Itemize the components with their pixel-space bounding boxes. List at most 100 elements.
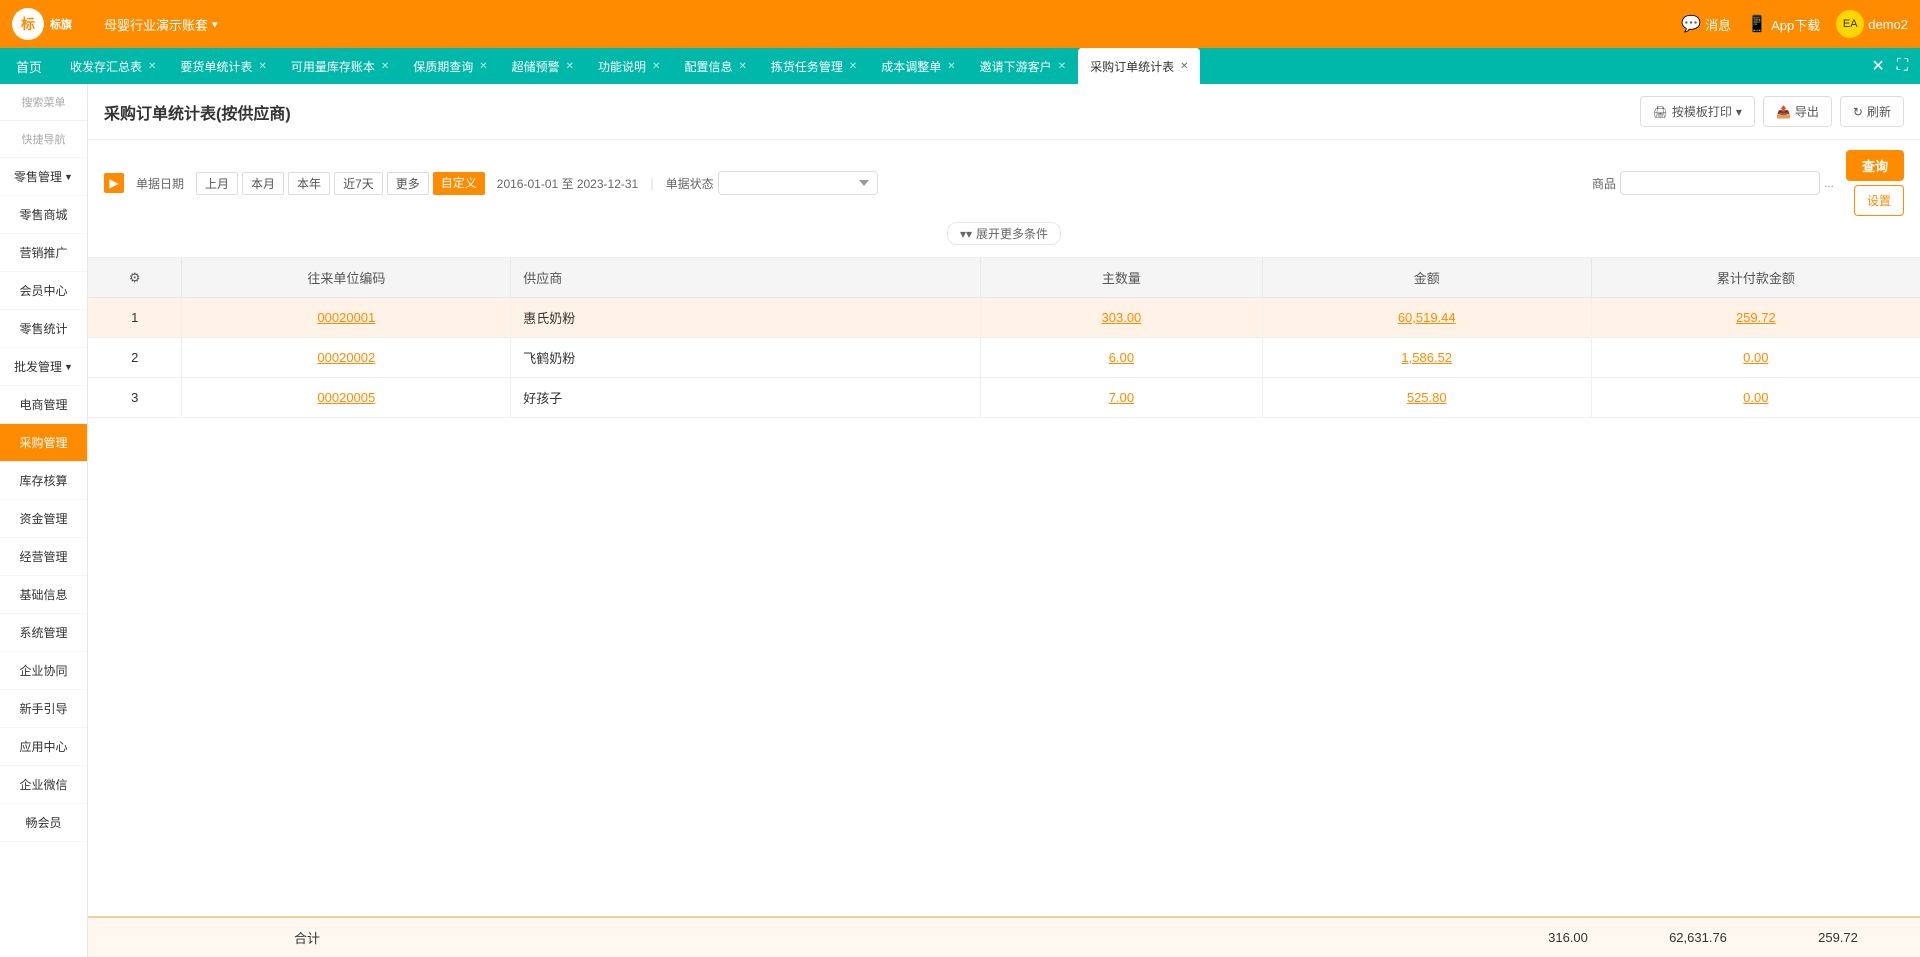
sidebar-item-nav[interactable]: 快捷导航	[0, 121, 87, 158]
print-button[interactable]: 🖨 按模板打印 ▾	[1640, 96, 1755, 127]
message-action[interactable]: 💬 消息	[1681, 14, 1731, 34]
tab-purchase-stat[interactable]: 采购订单统计表 ✕	[1078, 48, 1200, 84]
tab-receive-send[interactable]: 收发存汇总表 ✕	[58, 48, 168, 84]
sidebar-item-operations[interactable]: 经营管理	[0, 538, 87, 576]
goods-input[interactable]	[1620, 171, 1820, 195]
paid-link-0[interactable]: 259.72	[1736, 310, 1776, 325]
tab-close-icon[interactable]: ✕	[258, 61, 266, 72]
tab-home[interactable]: 首页	[0, 48, 58, 84]
btn-this-month[interactable]: 本月	[242, 172, 284, 195]
sidebar-item-marketing[interactable]: 营销推广	[0, 234, 87, 272]
tab-close-icon[interactable]: ✕	[381, 61, 389, 72]
data-table: ⚙ 往来单位编码 供应商 主数量 金额	[88, 258, 1920, 418]
sidebar-item-retail-shop[interactable]: 零售商城	[0, 196, 87, 234]
search-button[interactable]: 查询	[1846, 150, 1904, 181]
main-layout: 搜索菜单 快捷导航 零售管理 ▼ 零售商城 营销推广 会员中心 零售统计 批发管…	[0, 84, 1920, 957]
td-paid-0: 259.72	[1591, 298, 1920, 338]
tab-close-icon[interactable]: ✕	[566, 61, 574, 72]
sidebar-item-finance[interactable]: 资金管理	[0, 500, 87, 538]
app-download-action[interactable]: 📱 App下载	[1747, 14, 1820, 34]
tab-close-icon[interactable]: ✕	[947, 61, 955, 72]
maximize-icon[interactable]: ⛶	[1893, 53, 1912, 79]
user-action[interactable]: EA demo2	[1836, 10, 1908, 38]
amount-link-0[interactable]: 60,519.44	[1398, 310, 1456, 325]
sidebar-item-members[interactable]: 畅会员	[0, 804, 87, 842]
sidebar-item-enterprise-collab[interactable]: 企业协同	[0, 652, 87, 690]
filter-toggle[interactable]: ▶	[104, 173, 124, 193]
sidebar-item-basic-info[interactable]: 基础信息	[0, 576, 87, 614]
settings-button[interactable]: 设置	[1854, 185, 1904, 216]
sidebar-item-enterprise-wechat[interactable]: 企业微信	[0, 766, 87, 804]
qty-link-1[interactable]: 6.00	[1109, 350, 1134, 365]
purchase-mgmt-label: 采购管理	[19, 436, 67, 450]
sidebar-item-inventory[interactable]: 库存核算	[0, 462, 87, 500]
page-title: 采购订单统计表(按供应商)	[104, 100, 291, 136]
refresh-button[interactable]: ↻ 刷新	[1840, 96, 1904, 127]
tab-expiry[interactable]: 保质期查询 ✕	[401, 48, 499, 84]
tab-close-icon[interactable]: ✕	[1058, 61, 1066, 72]
td-seq-2: 3	[88, 378, 182, 418]
amount-link-2[interactable]: 525.80	[1407, 390, 1447, 405]
sidebar-item-new-guide[interactable]: 新手引导	[0, 690, 87, 728]
btn-last-7-days[interactable]: 近7天	[334, 172, 383, 195]
sidebar: 搜索菜单 快捷导航 零售管理 ▼ 零售商城 营销推广 会员中心 零售统计 批发管…	[0, 84, 88, 957]
table-row: 1 00020001 惠氏奶粉 303.00 60,519.44 259.72	[88, 298, 1920, 338]
expand-label: 展开更多条件	[976, 225, 1048, 242]
date-label: 单据日期	[136, 175, 184, 192]
sidebar-item-member-center[interactable]: 会员中心	[0, 272, 87, 310]
sidebar-item-ecommerce[interactable]: 电商管理	[0, 386, 87, 424]
tab-close-icon[interactable]: ✕	[652, 61, 660, 72]
tab-func-desc-label: 功能说明	[598, 58, 646, 75]
export-button[interactable]: 📤 导出	[1763, 96, 1832, 127]
th-code-label: 往来单位编码	[307, 271, 385, 286]
search-label: 搜索菜单	[22, 97, 66, 109]
tab-overstock[interactable]: 超储预警 ✕	[500, 48, 586, 84]
close-all-tabs-icon[interactable]: ✕	[1867, 52, 1888, 80]
sidebar-item-purchase-mgmt[interactable]: 采购管理	[0, 424, 87, 462]
workspace-selector[interactable]: 母婴行业演示账套 ▾	[104, 15, 1681, 34]
tab-close-icon[interactable]: ✕	[148, 61, 156, 72]
date-custom-badge[interactable]: 自定义	[433, 172, 485, 195]
tab-close-icon[interactable]: ✕	[849, 61, 857, 72]
code-link-0[interactable]: 00020001	[317, 310, 375, 325]
expand-button[interactable]: ▾▾ 展开更多条件	[947, 222, 1061, 245]
btn-more-date[interactable]: 更多	[387, 172, 429, 195]
filter-area: ▶ 单据日期 上月 本月 本年 近7天 更多 自定义 2016-01-01 至 …	[88, 140, 1920, 258]
amount-link-1[interactable]: 1,586.52	[1401, 350, 1452, 365]
print-label: 按模板打印	[1672, 103, 1732, 120]
logo-icon: 标	[12, 8, 44, 40]
sidebar-item-system-mgmt[interactable]: 系统管理	[0, 614, 87, 652]
qty-link-2[interactable]: 7.00	[1109, 390, 1134, 405]
tab-pick-task[interactable]: 拣货任务管理 ✕	[759, 48, 869, 84]
th-setting[interactable]: ⚙	[88, 258, 182, 298]
tab-invite-downstream[interactable]: 邀请下游客户 ✕	[968, 48, 1078, 84]
sidebar-item-retail-mgmt[interactable]: 零售管理 ▼	[0, 158, 87, 196]
td-seq-1: 2	[88, 338, 182, 378]
basic-info-label: 基础信息	[19, 588, 67, 602]
sidebar-item-retail-stat[interactable]: 零售统计	[0, 310, 87, 348]
goods-more-icon[interactable]: ...	[1824, 176, 1834, 190]
status-select[interactable]	[718, 171, 878, 195]
code-link-2[interactable]: 00020005	[317, 390, 375, 405]
tab-close-icon[interactable]: ✕	[479, 61, 487, 72]
tab-order-stat[interactable]: 要货单统计表 ✕	[168, 48, 278, 84]
sidebar-item-wholesale-mgmt[interactable]: 批发管理 ▼	[0, 348, 87, 386]
btn-last-month[interactable]: 上月	[196, 172, 238, 195]
tab-active-close-icon[interactable]: ✕	[1180, 61, 1188, 72]
tab-avail-stock[interactable]: 可用量库存账本 ✕	[279, 48, 401, 84]
code-link-1[interactable]: 00020002	[317, 350, 375, 365]
tab-config-info[interactable]: 配置信息 ✕	[672, 48, 758, 84]
td-paid-2: 0.00	[1591, 378, 1920, 418]
message-icon: 💬	[1681, 14, 1701, 34]
tab-invite-downstream-label: 邀请下游客户	[980, 58, 1052, 75]
sidebar-item-app-center[interactable]: 应用中心	[0, 728, 87, 766]
sidebar-search[interactable]: 搜索菜单	[0, 84, 87, 121]
qty-link-0[interactable]: 303.00	[1102, 310, 1142, 325]
tab-cost-adj[interactable]: 成本调整单 ✕	[869, 48, 967, 84]
td-amount-1: 1,586.52	[1262, 338, 1591, 378]
paid-link-1[interactable]: 0.00	[1743, 350, 1768, 365]
btn-this-year[interactable]: 本年	[288, 172, 330, 195]
paid-link-2[interactable]: 0.00	[1743, 390, 1768, 405]
tab-func-desc[interactable]: 功能说明 ✕	[586, 48, 672, 84]
tab-close-icon[interactable]: ✕	[738, 61, 746, 72]
